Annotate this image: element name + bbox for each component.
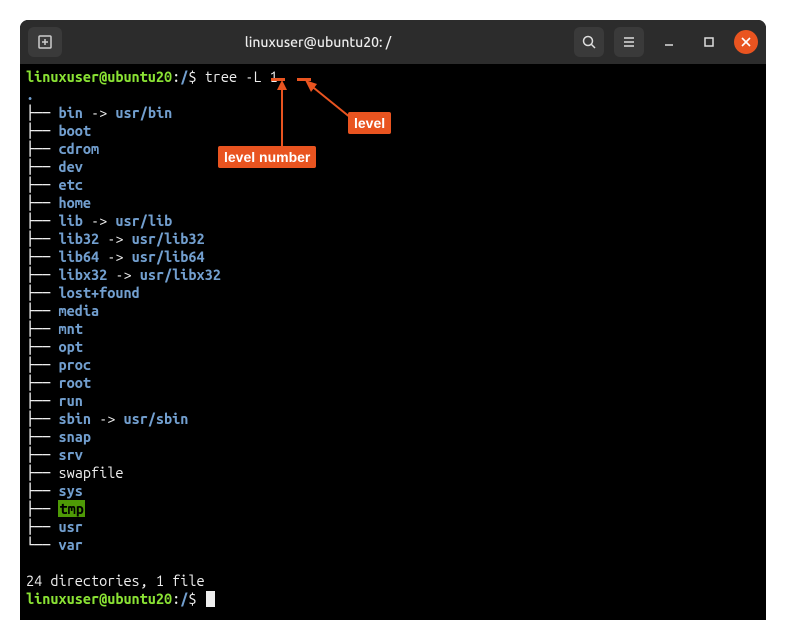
- command-text: tree -L 1: [205, 68, 278, 85]
- minimize-button[interactable]: [654, 27, 684, 57]
- tree-entry: ├── libx32 -> usr/libx32: [26, 266, 760, 284]
- terminal-body[interactable]: linuxuser@ubuntu20:/$ tree -L 1 . ├── bi…: [20, 64, 766, 620]
- window-title: linuxuser@ubuntu20: /: [70, 34, 566, 50]
- tree-summary: 24 directories, 1 file: [26, 572, 760, 590]
- tree-entry: └── var: [26, 536, 760, 554]
- terminal-window: linuxuser@ubuntu20: / linuxuser@ubuntu20…: [20, 20, 766, 620]
- search-button[interactable]: [574, 27, 604, 57]
- blank-line: [26, 554, 760, 572]
- prompt-line-1: linuxuser@ubuntu20:/$ tree -L 1: [26, 68, 760, 86]
- tree-entry: ├── snap: [26, 428, 760, 446]
- tree-entry: ├── lib32 -> usr/lib32: [26, 230, 760, 248]
- tree-entry: ├── srv: [26, 446, 760, 464]
- prompt-sep2: $: [188, 68, 196, 85]
- tree-entry: ├── usr: [26, 518, 760, 536]
- tree-entry: ├── lost+found: [26, 284, 760, 302]
- tree-entry: ├── bin -> usr/bin: [26, 104, 760, 122]
- tree-entry: ├── sbin -> usr/sbin: [26, 410, 760, 428]
- tree-entry: ├── swapfile: [26, 464, 760, 482]
- tree-entry: ├── run: [26, 392, 760, 410]
- tree-entry: ├── sys: [26, 482, 760, 500]
- tree-entry: ├── boot: [26, 122, 760, 140]
- tree-root: .: [26, 86, 760, 104]
- tree-entry: ├── opt: [26, 338, 760, 356]
- prompt-line-2: linuxuser@ubuntu20:/$: [26, 590, 760, 608]
- prompt-user: linuxuser@ubuntu20: [26, 68, 172, 85]
- tree-entry: ├── home: [26, 194, 760, 212]
- tree-entry: ├── etc: [26, 176, 760, 194]
- tree-entry: ├── lib -> usr/lib: [26, 212, 760, 230]
- tree-entry: ├── tmp: [26, 500, 760, 518]
- tree-entry: ├── mnt: [26, 320, 760, 338]
- tree-entry: ├── media: [26, 302, 760, 320]
- tree-output: ├── bin -> usr/bin├── boot├── cdrom├── d…: [26, 104, 760, 554]
- tree-entry: ├── proc: [26, 356, 760, 374]
- menu-button[interactable]: [614, 27, 644, 57]
- close-button[interactable]: [734, 30, 758, 54]
- tree-entry: ├── cdrom: [26, 140, 760, 158]
- titlebar: linuxuser@ubuntu20: /: [20, 20, 766, 64]
- tree-entry: ├── root: [26, 374, 760, 392]
- new-tab-button[interactable]: [28, 27, 62, 57]
- cursor: [206, 591, 215, 607]
- tree-entry: ├── lib64 -> usr/lib64: [26, 248, 760, 266]
- maximize-button[interactable]: [694, 27, 724, 57]
- tree-entry: ├── dev: [26, 158, 760, 176]
